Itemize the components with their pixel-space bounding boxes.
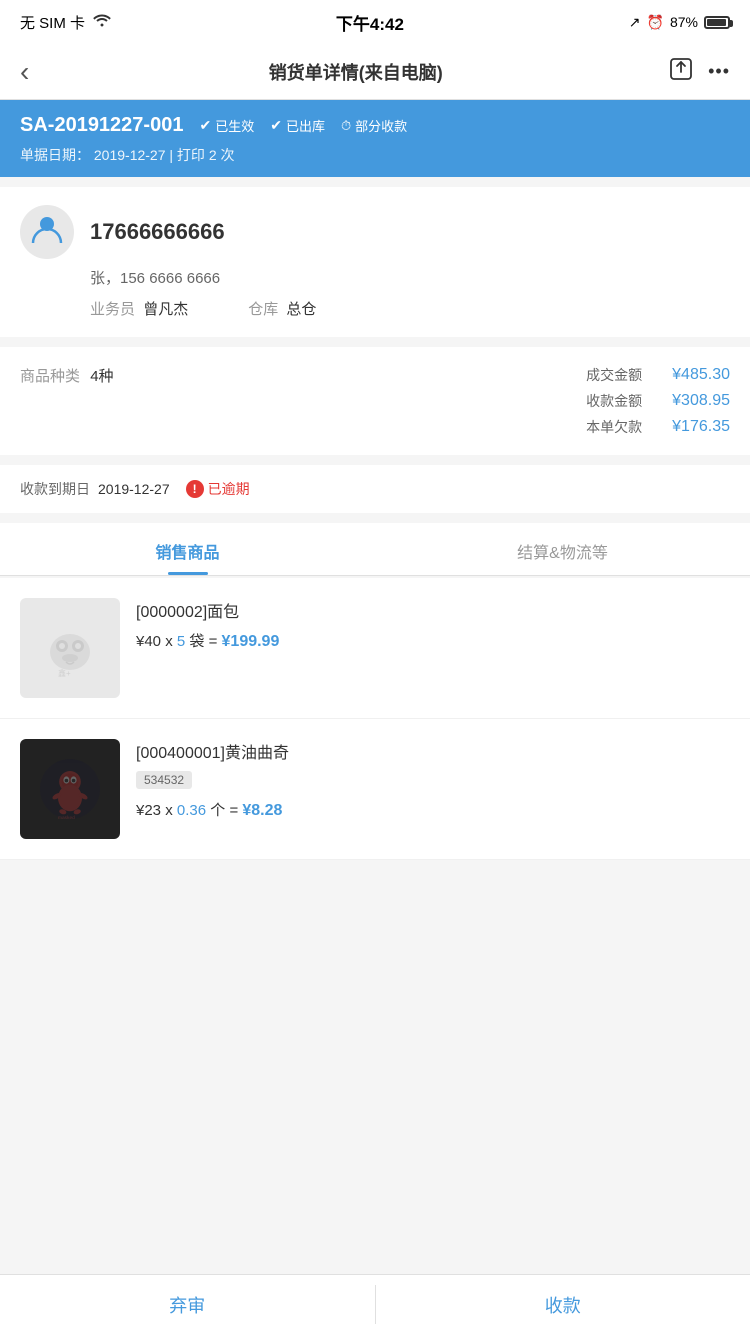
wifi-icon (93, 13, 111, 31)
avatar-icon (29, 211, 65, 254)
debt-row: 本单欠款 ¥176.35 (586, 417, 730, 437)
sales-rep: 业务员 曾凡杰 (90, 298, 188, 319)
product-price-bread: ¥40 x 5 袋 = ¥199.99 (136, 630, 730, 651)
overdue-icon: ! (186, 480, 204, 498)
product-item: 鑫+ [0000002]面包 ¥40 x 5 袋 = ¥199.99 (0, 578, 750, 719)
badge-partial-payment: ⏱ 部分收款 (341, 116, 407, 135)
bottom-bar: 弃审 收款 (0, 1274, 750, 1334)
order-number: SA-20191227-001 (20, 114, 183, 137)
product-image-bread: 鑫+ (20, 598, 120, 698)
customer-sub-info: 张，156 6666 6666 (20, 267, 730, 288)
tabs-section: 销售商品 结算&物流等 (0, 523, 750, 576)
customer-phone: 17666666666 (90, 219, 225, 245)
customer-meta: 业务员 曾凡杰 仓库 总仓 (20, 298, 730, 319)
battery-icon (704, 16, 730, 29)
nav-bar: ‹ 销货单详情(来自电脑) ••• (0, 44, 750, 100)
nav-actions: ••• (670, 58, 730, 86)
customer-avatar (20, 205, 74, 259)
due-date-section: 收款到期日 2019-12-27 ! 已逾期 (0, 465, 750, 513)
product-type: 商品种类 4种 (20, 365, 114, 386)
nav-title: 销货单详情(来自电脑) (41, 59, 670, 85)
product-image-cookie: masked (20, 739, 120, 839)
location-icon: ↗ (629, 14, 641, 31)
status-time: 下午4:42 (336, 10, 404, 35)
collect-button[interactable]: 收款 (376, 1275, 750, 1334)
product-price-cookie: ¥23 x 0.36 个 = ¥8.28 (136, 799, 730, 820)
tab-sales-products[interactable]: 销售商品 (0, 523, 375, 575)
back-button[interactable]: ‹ (20, 48, 41, 96)
overdue-badge: ! 已逾期 (186, 479, 250, 499)
svg-text:masked: masked (58, 815, 75, 819)
products-section: 鑫+ [0000002]面包 ¥40 x 5 袋 = ¥199.99 (0, 578, 750, 860)
badge-effective: ✔ 已生效 (199, 116, 254, 135)
battery-percent: 87% (670, 14, 698, 30)
product-name: [0000002]面包 (136, 598, 730, 622)
status-left: 无 SIM 卡 (20, 12, 111, 33)
status-right: ↗ ⏰ 87% (629, 14, 730, 31)
product-item: masked [000400001]黄油曲奇 534532 ¥23 x 0.36… (0, 719, 750, 860)
product-name: [000400001]黄油曲奇 (136, 739, 730, 763)
product-info-cookie: [000400001]黄油曲奇 534532 ¥23 x 0.36 个 = ¥8… (136, 739, 730, 820)
badge-shipped: ✔ 已出库 (270, 116, 325, 135)
header-band: SA-20191227-001 ✔ 已生效 ✔ 已出库 ⏱ 部分收款 单据日期：… (0, 100, 750, 177)
doc-date-row: 单据日期： 2019-12-27 | 打印 2 次 (20, 145, 730, 165)
customer-section: 17666666666 张，156 6666 6666 业务员 曾凡杰 仓库 总… (0, 187, 750, 337)
svg-text:鑫+: 鑫+ (58, 668, 71, 678)
share-button[interactable] (670, 58, 692, 86)
status-bar: 无 SIM 卡 下午4:42 ↗ ⏰ 87% (0, 0, 750, 44)
deal-amount-row: 成交金额 ¥485.30 (586, 365, 730, 385)
cancel-button[interactable]: 弃审 (0, 1275, 375, 1334)
alarm-icon: ⏰ (647, 14, 664, 31)
product-sku: 534532 (136, 771, 192, 789)
collection-row: 收款金额 ¥308.95 (586, 391, 730, 411)
amount-summary: 成交金额 ¥485.30 收款金额 ¥308.95 本单欠款 ¥176.35 (586, 365, 730, 437)
summary-section: 商品种类 4种 成交金额 ¥485.30 收款金额 ¥308.95 本单欠款 ¥… (0, 347, 750, 455)
more-button[interactable]: ••• (708, 61, 730, 82)
product-info-bread: [0000002]面包 ¥40 x 5 袋 = ¥199.99 (136, 598, 730, 651)
carrier-text: 无 SIM 卡 (20, 12, 85, 33)
tab-settlement-logistics[interactable]: 结算&物流等 (375, 523, 750, 575)
warehouse: 仓库 总仓 (248, 298, 316, 319)
